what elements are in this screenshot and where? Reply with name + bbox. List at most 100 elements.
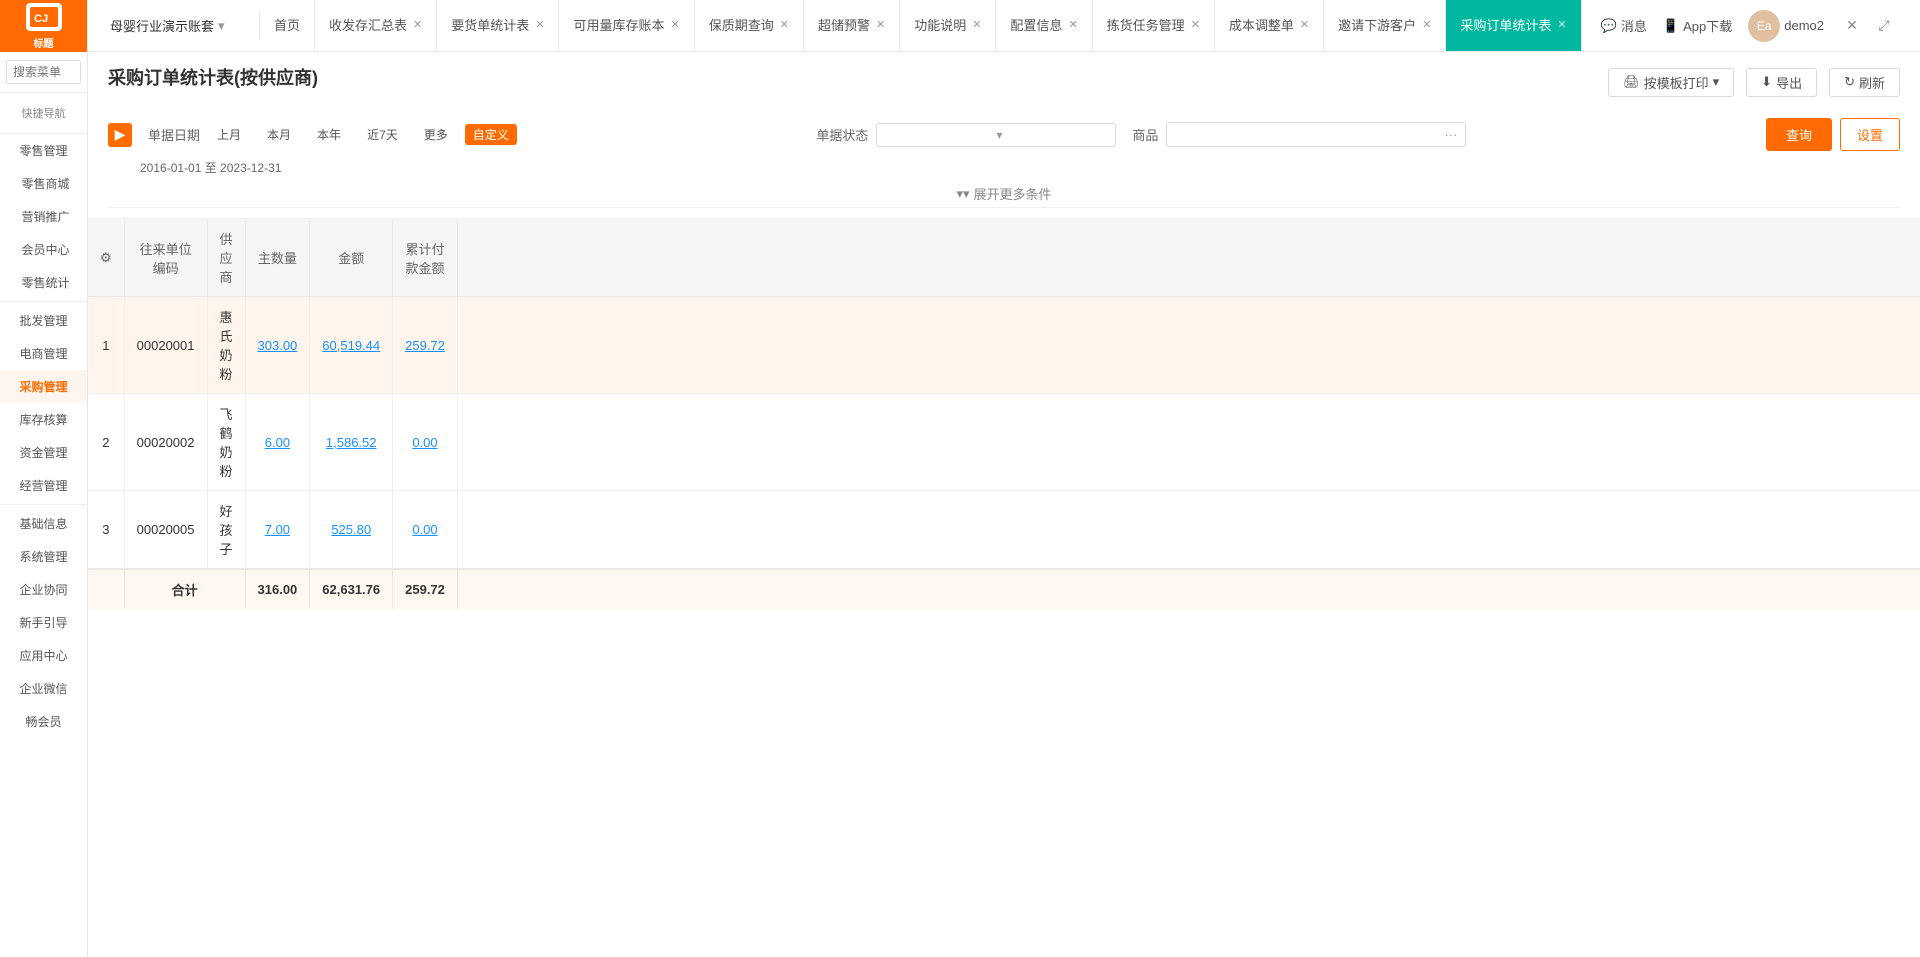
td-paid-2: 0.00 [393,394,458,491]
tab-picking[interactable]: 拣货任务管理 ✕ [1093,0,1215,52]
tab-overstock-close[interactable]: ✕ [876,18,885,31]
td-qty-link-1[interactable]: 303.00 [258,338,298,353]
sidebar-item-retailstat[interactable]: 零售统计 [0,266,87,299]
td-amount-link-2[interactable]: 1,586.52 [326,435,377,450]
tab-function-close[interactable]: ✕ [972,18,981,31]
td-qty-link-3[interactable]: 7.00 [265,522,290,537]
tab-home[interactable]: 首页 [260,0,315,52]
tab-picking-label: 拣货任务管理 [1107,15,1185,34]
expand-label: 展开更多条件 [974,184,1052,203]
tab-usable-stock-close[interactable]: ✕ [671,18,680,31]
tab-receive[interactable]: 收发存汇总表 ✕ [315,0,437,52]
window-controls: ✕ ⤢ [1840,14,1896,38]
td-supplier-2: 飞鹤奶粉 [207,394,245,491]
search-input[interactable] [6,60,81,84]
table-row[interactable]: 2 00020002 飞鹤奶粉 6.00 1,586.52 0.00 [88,394,1920,491]
th-gear[interactable]: ⚙ [88,219,124,297]
td-paid-link-1[interactable]: 259.72 [405,338,445,353]
sidebar-item-inventory[interactable]: 库存核算 [0,403,87,436]
sidebar-item-vip[interactable]: 畅会员 [0,705,87,738]
date-btn-7days[interactable]: 近7天 [358,123,407,146]
app-download-btn[interactable]: 📱 App下载 [1663,16,1732,35]
date-btn-this-year[interactable]: 本年 [308,123,350,146]
main: 母婴行业演示账套 ▾ 首页 收发存汇总表 ✕ 要货单统计表 ✕ 可用量库存账本 … [88,0,1920,957]
sidebar-item-ecom[interactable]: 电商管理 [0,337,87,370]
tab-invite-close[interactable]: ✕ [1422,18,1431,31]
date-custom-btn[interactable]: 自定义 [465,124,517,145]
print-btn[interactable]: 🖨 按模板打印 ▾ [1608,68,1734,97]
sidebar-item-enterprise[interactable]: 企业协同 [0,573,87,606]
tab-config[interactable]: 配置信息 ✕ [996,0,1092,52]
sidebar-item-appcenter[interactable]: 应用中心 [0,639,87,672]
refresh-btn[interactable]: ↻ 刷新 [1829,68,1900,97]
tab-cost-adj-close[interactable]: ✕ [1300,18,1309,31]
sidebar-item-marketing[interactable]: 营销推广 [0,200,87,233]
td-amount-link-3[interactable]: 525.80 [331,522,371,537]
tab-config-close[interactable]: ✕ [1068,18,1077,31]
tab-purchase-stat[interactable]: 采购订单统计表 ✕ [1446,0,1581,52]
sidebar-item-quicknav[interactable]: 快捷导航 [0,97,87,129]
operation-label: 经营管理 [6,477,81,494]
tab-usable-stock[interactable]: 可用量库存账本 ✕ [559,0,694,52]
query-button[interactable]: 查询 [1766,118,1832,151]
export-btn[interactable]: ⬇ 导出 [1746,68,1817,97]
table-row[interactable]: 1 00020001 惠氏奶粉 303.00 60,519.44 259.72 [88,297,1920,394]
store-name: 母婴行业演示账套 [110,16,214,35]
td-paid-link-3[interactable]: 0.00 [412,522,437,537]
tab-picking-close[interactable]: ✕ [1191,18,1200,31]
wholesale-label: 批发管理 [6,312,81,329]
print-icon: 🖨 [1623,74,1640,90]
print-dropdown-icon[interactable]: ▾ [1713,74,1720,90]
store-selector[interactable]: 母婴行业演示账套 ▾ [100,12,260,39]
store-dropdown-icon[interactable]: ▾ [218,18,225,34]
td-empty-1 [457,297,1920,394]
setting-button[interactable]: 设置 [1840,118,1900,151]
sidebar-item-purchase[interactable]: 采购管理 [0,370,87,403]
tab-order-stat-close[interactable]: ✕ [535,18,544,31]
status-select[interactable]: ▾ [876,123,1116,147]
sidebar-item-retail[interactable]: 零售管理 [0,134,87,167]
td-amount-link-1[interactable]: 60,519.44 [322,338,380,353]
footer-empty-1 [88,569,124,609]
td-qty-link-2[interactable]: 6.00 [265,435,290,450]
tab-function[interactable]: 功能说明 ✕ [900,0,996,52]
goods-more-icon[interactable]: ··· [1444,127,1457,142]
date-btn-last-month[interactable]: 上月 [208,123,250,146]
sidebar-item-member[interactable]: 会员中心 [0,233,87,266]
goods-text-input[interactable] [1175,127,1444,142]
sidebar-item-finance[interactable]: 资金管理 [0,436,87,469]
footer-empty-2 [457,569,1920,609]
tab-order-stat[interactable]: 要货单统计表 ✕ [437,0,559,52]
wechat-label: 企业微信 [6,680,81,697]
sidebar-item-newuser[interactable]: 新手引导 [0,606,87,639]
tab-invite[interactable]: 邀请下游客户 ✕ [1324,0,1446,52]
expand-more-btn[interactable]: ▾▾ 展开更多条件 [956,184,1051,203]
date-btn-this-month[interactable]: 本月 [258,123,300,146]
tab-expiry[interactable]: 保质期查询 ✕ [695,0,804,52]
goods-input[interactable]: ··· [1166,122,1466,147]
sidebar-item-basic[interactable]: 基础信息 [0,507,87,540]
tab-overstock[interactable]: 超储预警 ✕ [804,0,900,52]
close-tab-btn[interactable]: ✕ [1840,14,1864,38]
sidebar-item-retailshop[interactable]: 零售商城 [0,167,87,200]
filter-toggle-btn[interactable]: ▶ [108,123,132,147]
sidebar-item-wechat[interactable]: 企业微信 [0,672,87,705]
status-label: 单据状态 [816,125,868,144]
tab-receive-close[interactable]: ✕ [413,18,422,31]
sidebar-item-operation[interactable]: 经营管理 [0,469,87,502]
maximize-btn[interactable]: ⤢ [1872,14,1896,38]
tab-purchase-stat-close[interactable]: ✕ [1557,18,1566,31]
sidebar-item-wholesale[interactable]: 批发管理 [0,304,87,337]
td-paid-link-2[interactable]: 0.00 [412,435,437,450]
tab-expiry-close[interactable]: ✕ [780,18,789,31]
content-header: 采购订单统计表(按供应商) 🖨 按模板打印 ▾ ⬇ 导出 ↻ 刷新 [88,52,1920,108]
sidebar-search-area [0,52,87,93]
message-btn[interactable]: 💬 消息 [1601,16,1647,35]
sidebar-item-system[interactable]: 系统管理 [0,540,87,573]
table-row[interactable]: 3 00020005 好孩子 7.00 525.80 0.00 [88,491,1920,570]
td-index-3: 3 [88,491,124,570]
date-btn-more[interactable]: 更多 [415,123,457,146]
user-avatar-btn[interactable]: Ea demo2 [1748,10,1824,42]
tab-cost-adj[interactable]: 成本调整单 ✕ [1215,0,1324,52]
logo: CJ 标题 [0,0,87,52]
